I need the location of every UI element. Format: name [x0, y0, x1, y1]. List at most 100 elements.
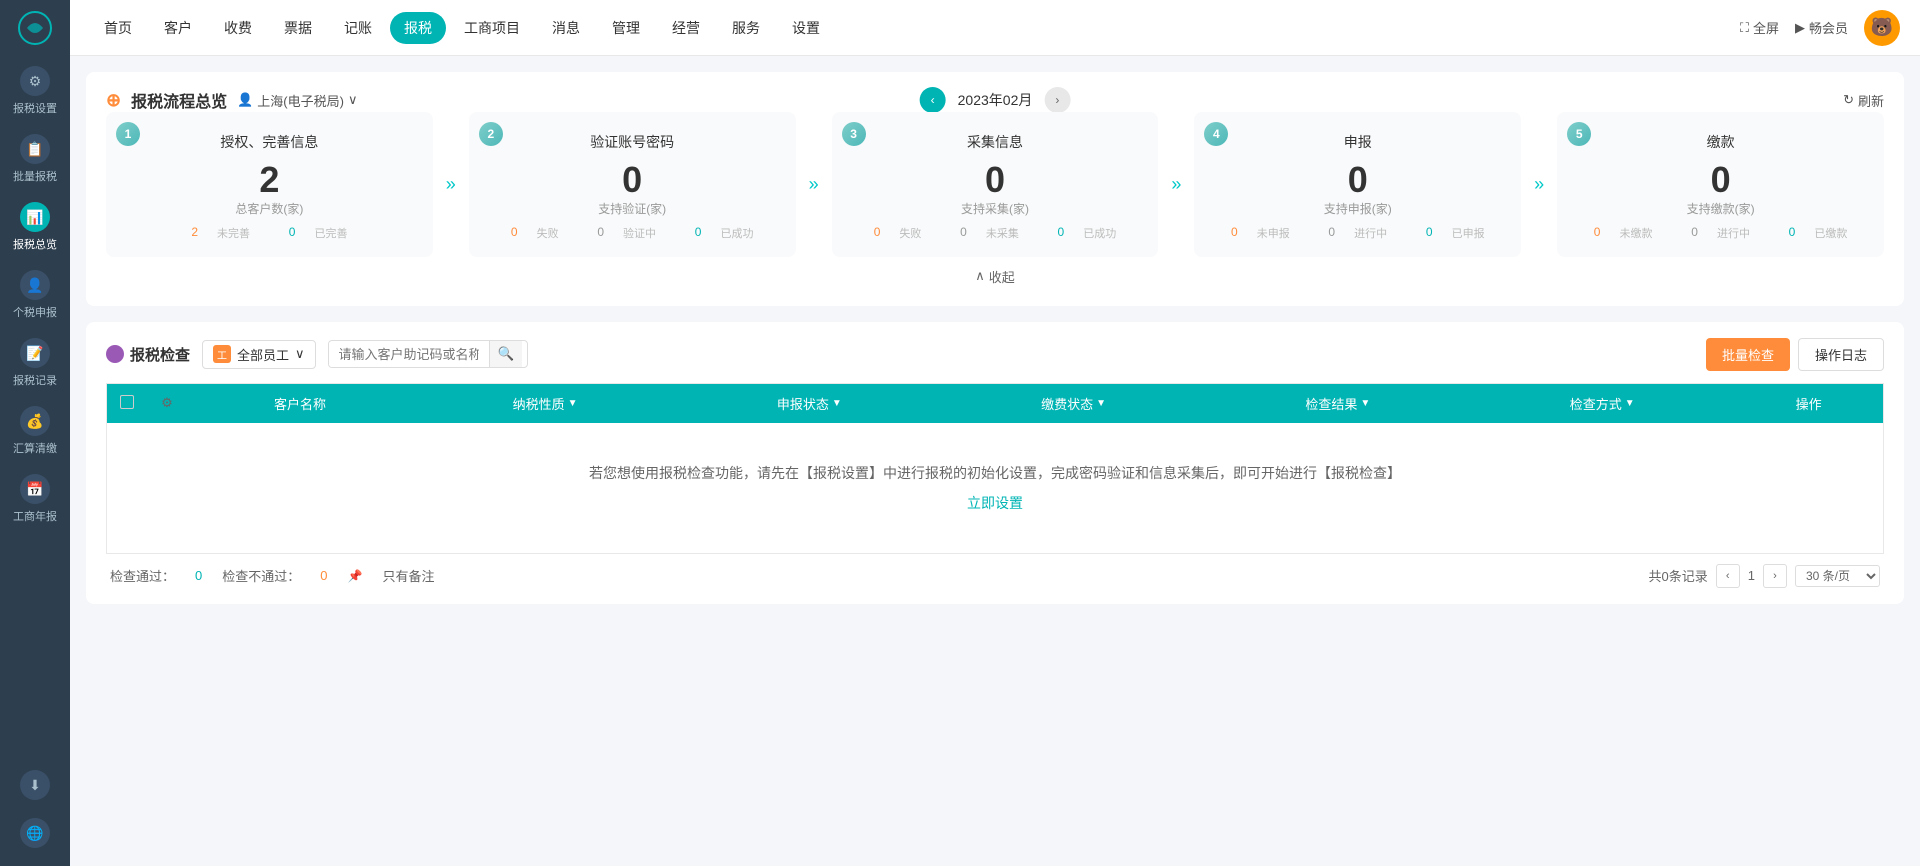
search-input[interactable] [329, 342, 489, 367]
setup-link[interactable]: 立即设置 [147, 493, 1843, 513]
pass-label: 检查通过： [110, 566, 175, 585]
step-stats-2: 0 失败 0 验证中 0 已成功 [485, 225, 780, 241]
step-title-5: 缴款 [1573, 132, 1868, 152]
col-action-label: 操作 [1796, 397, 1822, 412]
note-icon: 📌 [348, 569, 363, 583]
sidebar-item-4[interactable]: 📝 报税记录 [0, 328, 70, 396]
step-count-1: 2 [122, 160, 417, 200]
sidebar-item-0[interactable]: ⚙报税设置 [0, 56, 70, 124]
staff-label: 全部员工 [237, 345, 289, 364]
collapse-bar[interactable]: ∧ 收起 [106, 257, 1884, 290]
overview-plus-icon: ⊕ [106, 90, 121, 111]
step-card-3: 3 采集信息 0 支持采集(家) 0 失败 0 未采集 0 已成功 [832, 112, 1159, 257]
arrow-icon-2: » [809, 174, 819, 195]
step-arrow-4: » [1521, 112, 1557, 257]
nav-item-管理[interactable]: 管理 [598, 12, 654, 44]
step-num-1: 1 [116, 122, 140, 146]
sidebar-item-globe[interactable]: 🌐 [0, 808, 70, 856]
sidebar-label-5: 汇算清缴 [13, 440, 57, 456]
card-header-row: ⊕ 报税流程总览 👤 上海(电子税局) ∨ ‹ 2023年02月 › ↻ 刷新 [106, 88, 1884, 112]
stat-value: 0 [597, 225, 604, 241]
sidebar-label-3: 个税申报 [13, 304, 57, 320]
nav-item-收费[interactable]: 收费 [210, 12, 266, 44]
fullscreen-button[interactable]: ⛶ 全屏 [1740, 18, 1779, 37]
sidebar-item-5[interactable]: 💰 汇算清缴 [0, 396, 70, 464]
user-avatar[interactable]: 🐻 [1864, 10, 1900, 46]
prev-month-btn[interactable]: ‹ [920, 87, 946, 113]
pass-count[interactable]: 0 [195, 568, 202, 583]
filter-icon-5: ▼ [1625, 398, 1635, 409]
nav-item-首页[interactable]: 首页 [90, 12, 146, 44]
nav-right: ⛶ 全屏 ▶ 畅会员 🐻 [1740, 10, 1900, 46]
col-method-label: 检查方式 [1570, 394, 1622, 413]
sidebar-item-6[interactable]: 📅工商年报 [0, 464, 70, 532]
step-stats-4: 0 未申报 0 进行中 0 已申报 [1210, 225, 1505, 241]
stat-label: 进行中 [1351, 225, 1387, 241]
table-footer: 检查通过： 0 检查不通过： 0 📌 只有备注 共0条记录 ‹ 1 › 30 条… [106, 554, 1884, 588]
arrow-icon-3: » [1171, 174, 1181, 195]
sidebar-icon-4: 📝 [20, 338, 50, 368]
fail-count[interactable]: 0 [320, 568, 327, 583]
member-button[interactable]: ▶ 畅会员 [1795, 18, 1848, 37]
location-tag[interactable]: 👤 上海(电子税局) ∨ [237, 91, 357, 110]
check-title: 报税检查 [106, 344, 190, 365]
sidebar-item-1[interactable]: 📋批量报税 [0, 124, 70, 192]
staff-icon: 工 [213, 345, 231, 363]
stat-value: 0 [1789, 225, 1796, 241]
page-size-select[interactable]: 30 条/页 50 条/页 100 条/页 [1795, 565, 1880, 587]
member-label: 畅会员 [1809, 18, 1848, 37]
search-button[interactable]: 🔍 [489, 341, 523, 367]
stat-label: 未采集 [983, 225, 1019, 241]
sidebar-label-4: 报税记录 [13, 372, 57, 388]
stat-value: 0 [1328, 225, 1335, 241]
sidebar-icon-0: ⚙ [20, 66, 50, 96]
nav-item-经营[interactable]: 经营 [658, 12, 714, 44]
next-page-btn[interactable]: › [1763, 564, 1787, 588]
nav-item-客户[interactable]: 客户 [150, 12, 206, 44]
stat-value: 0 [511, 225, 518, 241]
refresh-button[interactable]: ↻ 刷新 [1843, 91, 1884, 110]
log-button[interactable]: 操作日志 [1798, 338, 1884, 371]
staff-select[interactable]: 工 全部员工 ∨ [202, 340, 316, 369]
nav-item-记账[interactable]: 记账 [330, 12, 386, 44]
chevron-down-icon: ∨ [348, 92, 358, 108]
nav-item-票据[interactable]: 票据 [270, 12, 326, 44]
col-check-result: 检查结果▼ [1206, 384, 1470, 423]
table-empty-message: 若您想使用报税检查功能，请先在【报税设置】中进行报税的初始化设置，完成密码验证和… [107, 423, 1883, 553]
settings-icon[interactable]: ⚙ [161, 395, 173, 410]
nav-item-报税[interactable]: 报税 [390, 12, 446, 44]
step-count-2: 0 [485, 160, 780, 200]
step-card-5: 5 缴款 0 支持缴款(家) 0 未缴款 0 进行中 0 已缴款 [1557, 112, 1884, 257]
step-count-label-2: 支持验证(家) [485, 200, 780, 217]
fullscreen-icon: ⛶ [1740, 20, 1749, 36]
check-header-right: 批量检查 操作日志 [1706, 338, 1884, 371]
prev-page-btn[interactable]: ‹ [1716, 564, 1740, 588]
step-card-1: 1 授权、完善信息 2 总客户数(家) 2 未完善 0 已完善 [106, 112, 433, 257]
sidebar-icon-5: 💰 [20, 406, 50, 436]
sidebar-item-3[interactable]: 👤个税申报 [0, 260, 70, 328]
select-all-checkbox[interactable] [120, 395, 134, 409]
step-card-4: 4 申报 0 支持申报(家) 0 未申报 0 进行中 0 已申报 [1194, 112, 1521, 257]
stat-value: 0 [1691, 225, 1698, 241]
next-month-btn[interactable]: › [1044, 87, 1070, 113]
check-table: ⚙ 客户名称 纳税性质▼ 申报状态▼ 缴费状态▼ 检查结果▼ 检查方式▼ 操作 [107, 384, 1883, 553]
collapse-label: 收起 [989, 267, 1015, 286]
step-num-3: 3 [842, 122, 866, 146]
sidebar-item-2[interactable]: 📊报税总览 [0, 192, 70, 260]
stat-value: 0 [695, 225, 702, 241]
table-head: ⚙ 客户名称 纳税性质▼ 申报状态▼ 缴费状态▼ 检查结果▼ 检查方式▼ 操作 [107, 384, 1883, 423]
nav-item-工商项目[interactable]: 工商项目 [450, 12, 534, 44]
nav-item-设置[interactable]: 设置 [778, 12, 834, 44]
step-count-3: 0 [848, 160, 1143, 200]
stat-label: 已成功 [1080, 225, 1116, 241]
play-icon: ▶ [1795, 20, 1805, 36]
batch-check-button[interactable]: 批量检查 [1706, 338, 1790, 371]
stat-value: 0 [1231, 225, 1238, 241]
sidebar-item-download[interactable]: ⬇ [0, 760, 70, 808]
col-pay-status: 缴费状态▼ [941, 384, 1205, 423]
nav-item-服务[interactable]: 服务 [718, 12, 774, 44]
nav-item-消息[interactable]: 消息 [538, 12, 594, 44]
step-count-label-3: 支持采集(家) [848, 200, 1143, 217]
location-icon: 👤 [237, 92, 253, 108]
stat-label: 未完善 [214, 225, 250, 241]
